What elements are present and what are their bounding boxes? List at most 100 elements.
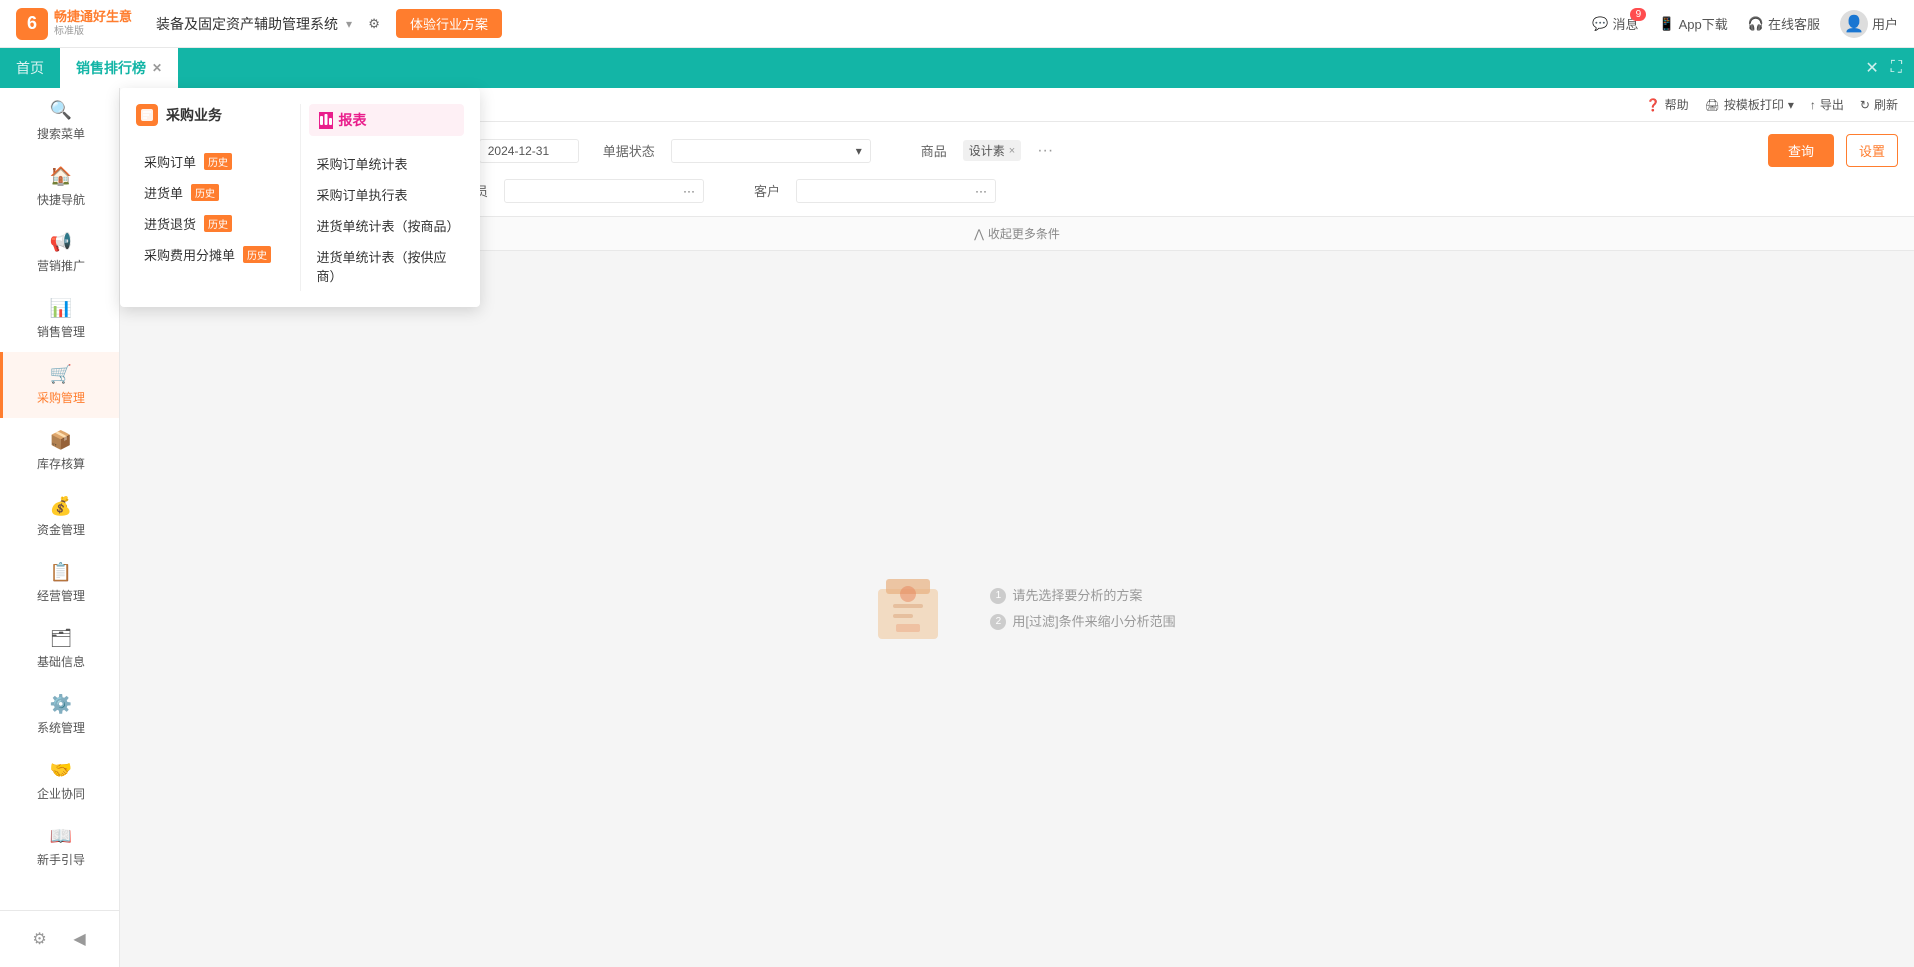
sidebar-label-guide: 新手引导 xyxy=(37,851,85,868)
logo-icon: 6 xyxy=(16,8,48,40)
sidebar-label-search: 搜索菜单 xyxy=(37,125,85,142)
sidebar-settings-btn[interactable]: ⚙ xyxy=(24,923,56,955)
sidebar-label-marketing: 营销推广 xyxy=(37,257,85,274)
customer-dots: ··· xyxy=(975,184,987,198)
purchase-icon: 🛒 xyxy=(50,364,72,385)
date-end-input[interactable] xyxy=(479,139,579,163)
product-dots[interactable]: ··· xyxy=(1037,142,1053,160)
guide-icon: 📖 xyxy=(50,826,72,847)
sidebar-item-quick-nav[interactable]: 🏠 快捷导航 xyxy=(0,154,119,220)
message-btn[interactable]: 💬 消息 9 xyxy=(1592,14,1638,33)
customer-label: 客户 xyxy=(720,181,780,200)
refresh-icon: ↻ xyxy=(1860,98,1870,112)
sales-icon: 📊 xyxy=(50,298,72,319)
product-tag-close[interactable]: × xyxy=(1009,145,1015,157)
tab-close-btn[interactable]: ✕ xyxy=(152,61,162,75)
header-mid: 装备及固定资产辅助管理系统 ▾ ⚙ 体验行业方案 xyxy=(136,9,1592,38)
dropdown-item-po-exec[interactable]: 采购订单执行表 xyxy=(309,179,465,210)
query-btn[interactable]: 查询 xyxy=(1768,134,1834,167)
industry-btn[interactable]: 体验行业方案 xyxy=(396,9,502,38)
user-btn[interactable]: 👤 用户 xyxy=(1840,10,1898,38)
dropdown-item-expense[interactable]: 采购费用分摊单 历史 xyxy=(136,239,292,270)
message-icon: 💬 xyxy=(1592,16,1608,32)
online-service-btn[interactable]: 🎧 在线客服 xyxy=(1748,14,1820,33)
user-label: 用户 xyxy=(1872,14,1898,33)
reports-icon xyxy=(319,112,333,129)
doc-status-arrow: ▾ xyxy=(856,144,862,158)
home-icon: 🏠 xyxy=(50,166,72,187)
settings-icon-btn[interactable]: ⚙ xyxy=(360,10,388,38)
export-icon: ↑ xyxy=(1810,98,1816,112)
inventory-icon: 📦 xyxy=(50,430,72,451)
history-tag-1: 历史 xyxy=(191,184,219,201)
sidebar-item-purchase[interactable]: 🛒 采购管理 xyxy=(0,352,119,418)
sidebar-item-inventory[interactable]: 📦 库存核算 xyxy=(0,418,119,484)
empty-tip-2: 2 用[过滤]条件来缩小分析范围 xyxy=(990,609,1175,635)
tab-bar-right: ✕ ⛶ xyxy=(1865,58,1914,78)
phone-icon: 📱 xyxy=(1658,16,1674,32)
dropdown-item-po-stats[interactable]: 采购订单统计表 xyxy=(309,148,465,179)
sidebar-item-enterprise[interactable]: 🤝 企业协同 xyxy=(0,748,119,814)
header-right: 💬 消息 9 📱 App下载 🎧 在线客服 👤 用户 xyxy=(1592,10,1898,38)
sidebar-item-sales[interactable]: 📊 销售管理 xyxy=(0,286,119,352)
product-tag-value: 设计素 xyxy=(969,142,1005,159)
sidebar-label-sales: 销售管理 xyxy=(37,323,85,340)
system-dropdown-arrow[interactable]: ▾ xyxy=(346,17,352,31)
product-tag: 设计素 × xyxy=(963,140,1021,161)
customer-select[interactable]: ··· xyxy=(796,179,996,203)
message-badge: 9 xyxy=(1630,8,1646,21)
dropdown-item-purchase-order[interactable]: 采购订单 历史 xyxy=(136,146,292,177)
help-btn[interactable]: ❓ 帮助 xyxy=(1646,96,1689,113)
sidebar-label-purchase: 采购管理 xyxy=(37,389,85,406)
history-tag-0: 历史 xyxy=(204,153,232,170)
empty-tip-1: 1 请先选择要分析的方案 xyxy=(990,583,1175,609)
sidebar-item-basic-info[interactable]: 🗂 基础信息 xyxy=(0,616,119,682)
tab-sales-ranking[interactable]: 销售排行榜 ✕ xyxy=(60,48,178,88)
sidebar-item-marketing[interactable]: 📢 营销推广 xyxy=(0,220,119,286)
print-icon: 🖨 xyxy=(1705,98,1720,112)
tab-home[interactable]: 首页 xyxy=(0,48,60,88)
sidebar-item-operations[interactable]: 📋 经营管理 xyxy=(0,550,119,616)
edition-label: 标准版 xyxy=(54,25,132,38)
sidebar-item-search[interactable]: 🔍 搜索菜单 xyxy=(0,88,119,154)
dropdown-item-inbound[interactable]: 进货单 历史 xyxy=(136,177,292,208)
sidebar-label-enterprise: 企业协同 xyxy=(37,785,85,802)
app-download-btn[interactable]: 📱 App下载 xyxy=(1658,14,1727,33)
salesperson-select[interactable]: ··· xyxy=(504,179,704,203)
history-tag-2: 历史 xyxy=(204,215,232,232)
export-btn[interactable]: ↑ 导出 xyxy=(1810,96,1844,113)
dropdown-item-return[interactable]: 进货退货 历史 xyxy=(136,208,292,239)
brand-name: 畅捷通好生意 xyxy=(54,9,132,26)
basic-info-icon: 🗂 xyxy=(50,628,73,649)
doc-status-select[interactable]: ▾ xyxy=(671,139,871,163)
print-template-btn[interactable]: 🖨 按模板打印 ▾ xyxy=(1705,96,1794,113)
sidebar-collapse-btn[interactable]: ◀ xyxy=(64,923,96,955)
refresh-btn[interactable]: ↻ 刷新 xyxy=(1860,96,1898,113)
sidebar-item-finance[interactable]: 💰 资金管理 xyxy=(0,484,119,550)
tab-bar: 首页 销售排行榜 ✕ ✕ ⛶ xyxy=(0,48,1914,88)
sidebar-item-guide[interactable]: 📖 新手引导 xyxy=(0,814,119,880)
reports-title: 报表 xyxy=(309,104,465,136)
filter-actions: 查询 设置 xyxy=(1768,134,1898,167)
sidebar-item-system[interactable]: ⚙️ 系统管理 xyxy=(0,682,119,748)
app-download-label: App下载 xyxy=(1679,14,1728,33)
reports-col: 报表 采购订单统计表 采购订单执行表 进货单统计表（按商品） 进货单统计表（按供… xyxy=(309,104,465,291)
sidebar-label-inventory: 库存核算 xyxy=(37,455,85,472)
sidebar-label-system: 系统管理 xyxy=(37,719,85,736)
tab-expand-icon[interactable]: ⛶ xyxy=(1891,59,1902,77)
system-title: 装备及固定资产辅助管理系统 xyxy=(156,14,338,34)
purchase-ops-title: 采购业务 xyxy=(136,104,292,134)
logo-area: 6 畅捷通好生意 标准版 xyxy=(16,8,136,40)
search-icon: 🔍 xyxy=(50,100,72,121)
collapse-label: 收起更多条件 xyxy=(988,225,1060,242)
dropdown-cols: 采购业务 采购订单 历史 进货单 历史 进货退货 历史 采购费用分摊单 历史 xyxy=(136,104,464,291)
help-icon: ❓ xyxy=(1646,98,1661,112)
sidebar-label-finance: 资金管理 xyxy=(37,521,85,538)
sidebar: 🔍 搜索菜单 🏠 快捷导航 📢 营销推广 📊 销售管理 🛒 采购管理 📦 库存核… xyxy=(0,88,120,967)
dropdown-item-inbound-by-supplier[interactable]: 进货单统计表（按供应商） xyxy=(309,241,465,291)
dropdown-item-inbound-by-product[interactable]: 进货单统计表（按商品） xyxy=(309,210,465,241)
history-tag-3: 历史 xyxy=(243,246,271,263)
finance-icon: 💰 xyxy=(50,496,72,517)
tab-close-icon[interactable]: ✕ xyxy=(1865,58,1878,78)
settings-btn[interactable]: 设置 xyxy=(1846,134,1898,167)
